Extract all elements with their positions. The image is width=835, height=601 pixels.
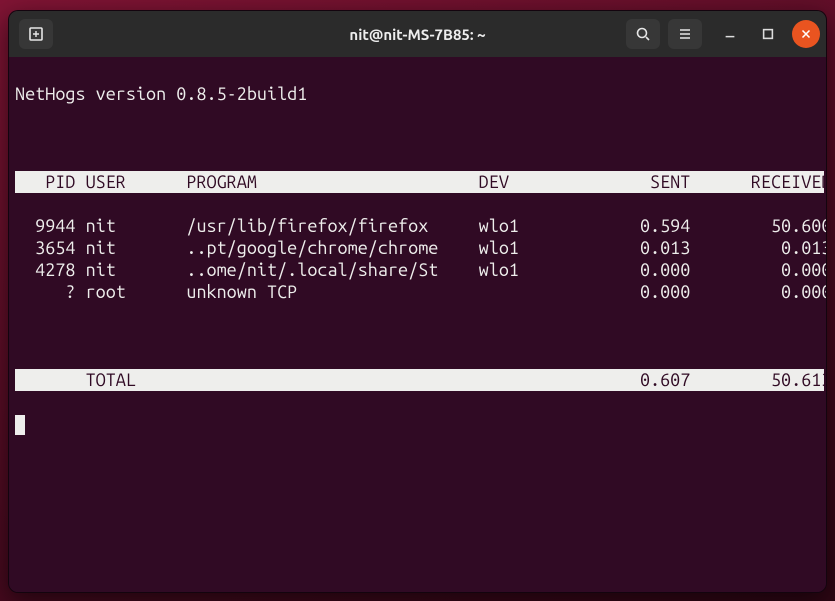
terminal-window: nit@nit-MS-7B85: ~ (8, 10, 827, 593)
header-program: PROGRAM (186, 171, 478, 193)
cell-pid: 3654 (15, 237, 75, 259)
cell-dev: wlo1 (479, 259, 570, 281)
window-titlebar: nit@nit-MS-7B85: ~ (9, 11, 826, 57)
blank-line (15, 127, 824, 149)
blank-line (15, 325, 824, 347)
version-line: NetHogs version 0.8.5-2build1 (15, 83, 824, 105)
header-user: USER (86, 171, 187, 193)
cell-sent: 0.594 (569, 215, 690, 237)
cell-user: nit (86, 215, 187, 237)
header-sent: SENT (569, 171, 690, 193)
minimize-icon (723, 27, 737, 41)
cell-user: root (86, 281, 187, 303)
maximize-button[interactable] (754, 20, 782, 48)
header-dev: DEV (479, 171, 570, 193)
cell-pid: 9944 (15, 215, 75, 237)
cell-program: ..ome/nit/.local/share/St (186, 259, 478, 281)
cell-dev: wlo1 (479, 215, 570, 237)
new-tab-button[interactable] (19, 19, 53, 49)
header-row: PID USERPROGRAMDEVSENTRECEIVED (15, 171, 824, 193)
close-icon (799, 27, 813, 41)
total-sent: 0.607 (569, 369, 690, 391)
cell-user: nit (86, 237, 187, 259)
cell-pid: ? (15, 281, 75, 303)
cursor-line (15, 413, 824, 435)
total-row: TOTAL 0.60750.613KB/sec (15, 369, 824, 391)
maximize-icon (761, 27, 775, 41)
cell-received: 0.013 (690, 237, 827, 259)
total-received: 50.613 (690, 369, 827, 391)
header-received: RECEIVED (690, 171, 827, 193)
cell-sent: 0.000 (569, 259, 690, 281)
search-button[interactable] (626, 19, 660, 49)
cell-user: nit (86, 259, 187, 281)
hamburger-icon (677, 26, 693, 42)
process-row: ? rootunknown TCP0.0000.000KB/sec (15, 281, 824, 303)
cell-sent: 0.013 (569, 237, 690, 259)
close-button[interactable] (792, 20, 820, 48)
cell-sent: 0.000 (569, 281, 690, 303)
header-pid: PID (15, 171, 75, 193)
process-row: 3654 nit..pt/google/chrome/chromewlo10.0… (15, 237, 824, 259)
process-row: 4278 nit..ome/nit/.local/share/Stwlo10.0… (15, 259, 824, 281)
cell-pid: 4278 (15, 259, 75, 281)
terminal-output[interactable]: NetHogs version 0.8.5-2build1 PID USERPR… (9, 57, 826, 592)
cell-dev: wlo1 (479, 237, 570, 259)
cell-received: 50.600 (690, 215, 827, 237)
search-icon (635, 26, 651, 42)
cell-program: /usr/lib/firefox/firefox (186, 215, 478, 237)
terminal-cursor (15, 415, 25, 435)
cell-program: unknown TCP (186, 281, 478, 303)
total-label: TOTAL (86, 369, 187, 391)
cell-received: 0.000 (690, 259, 827, 281)
desktop-background: nit@nit-MS-7B85: ~ (0, 0, 835, 601)
menu-button[interactable] (668, 19, 702, 49)
cell-program: ..pt/google/chrome/chrome (186, 237, 478, 259)
cell-received: 0.000 (690, 281, 827, 303)
new-tab-icon (28, 26, 44, 42)
window-title: nit@nit-MS-7B85: ~ (349, 26, 485, 43)
minimize-button[interactable] (716, 20, 744, 48)
process-row: 9944 nit/usr/lib/firefox/firefoxwlo10.59… (15, 215, 824, 237)
